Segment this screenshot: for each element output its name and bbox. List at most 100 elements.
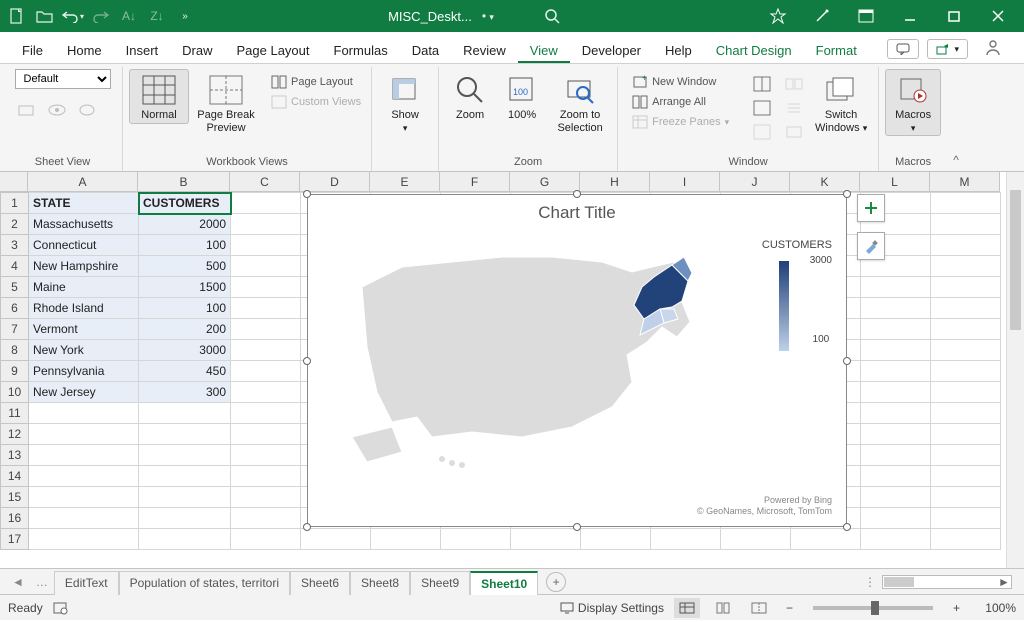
zoom-slider[interactable] bbox=[813, 606, 933, 610]
col-header-K[interactable]: K bbox=[790, 172, 860, 191]
cell[interactable]: 450 bbox=[139, 361, 231, 382]
cell[interactable]: 100 bbox=[139, 298, 231, 319]
row-header[interactable]: 15 bbox=[1, 487, 29, 508]
cell[interactable] bbox=[231, 256, 301, 277]
resize-handle[interactable] bbox=[843, 190, 851, 198]
cell[interactable] bbox=[931, 340, 1001, 361]
tab-formulas[interactable]: Formulas bbox=[322, 37, 400, 63]
cell[interactable] bbox=[231, 298, 301, 319]
row-header[interactable]: 17 bbox=[1, 529, 29, 550]
cell[interactable] bbox=[29, 529, 139, 550]
cell[interactable] bbox=[931, 214, 1001, 235]
cell[interactable] bbox=[231, 340, 301, 361]
cell[interactable]: New Jersey bbox=[29, 382, 139, 403]
cell[interactable] bbox=[231, 361, 301, 382]
col-header-H[interactable]: H bbox=[580, 172, 650, 191]
tab-scroll-left-icon[interactable]: ◄ bbox=[6, 575, 30, 589]
page-break-button[interactable]: Page Break Preview bbox=[193, 69, 259, 136]
new-sheet-button[interactable]: + bbox=[546, 572, 566, 592]
col-header-J[interactable]: J bbox=[720, 172, 790, 191]
cell[interactable] bbox=[511, 529, 581, 550]
resize-handle[interactable] bbox=[303, 357, 311, 365]
cell[interactable] bbox=[139, 424, 231, 445]
cell[interactable] bbox=[301, 529, 371, 550]
account-icon[interactable] bbox=[976, 35, 1010, 59]
switch-windows-button[interactable]: Switch Windows ▾ bbox=[810, 69, 872, 136]
cell[interactable] bbox=[231, 214, 301, 235]
cell[interactable] bbox=[931, 319, 1001, 340]
cell[interactable]: New York bbox=[29, 340, 139, 361]
cell[interactable] bbox=[29, 466, 139, 487]
col-header-A[interactable]: A bbox=[28, 172, 138, 191]
cell[interactable] bbox=[931, 256, 1001, 277]
cell[interactable] bbox=[861, 466, 931, 487]
cell[interactable] bbox=[231, 277, 301, 298]
row-header[interactable]: 8 bbox=[1, 340, 29, 361]
row-header[interactable]: 2 bbox=[1, 214, 29, 235]
cell[interactable]: 100 bbox=[139, 235, 231, 256]
cell[interactable] bbox=[931, 382, 1001, 403]
share-button[interactable]: ▾ bbox=[927, 39, 968, 59]
cell[interactable] bbox=[651, 529, 721, 550]
row-header[interactable]: 7 bbox=[1, 319, 29, 340]
cell[interactable] bbox=[861, 319, 931, 340]
tab-view[interactable]: View bbox=[518, 37, 570, 63]
cell[interactable] bbox=[29, 424, 139, 445]
tab-home[interactable]: Home bbox=[55, 37, 114, 63]
cell[interactable] bbox=[231, 193, 301, 214]
row-header[interactable]: 13 bbox=[1, 445, 29, 466]
vertical-scrollbar[interactable] bbox=[1006, 172, 1024, 568]
cell[interactable]: 3000 bbox=[139, 340, 231, 361]
row-header[interactable]: 5 bbox=[1, 277, 29, 298]
cell[interactable]: 500 bbox=[139, 256, 231, 277]
row-header[interactable]: 6 bbox=[1, 298, 29, 319]
split-icon[interactable] bbox=[750, 73, 774, 95]
chart-elements-button[interactable] bbox=[857, 194, 885, 222]
cell[interactable]: 2000 bbox=[139, 214, 231, 235]
scroll-thumb[interactable] bbox=[884, 577, 914, 587]
cell[interactable]: Connecticut bbox=[29, 235, 139, 256]
row-header[interactable]: 3 bbox=[1, 235, 29, 256]
cell[interactable] bbox=[231, 424, 301, 445]
cell[interactable] bbox=[931, 466, 1001, 487]
sheet-tab-sheet8[interactable]: Sheet8 bbox=[350, 571, 410, 595]
zoom-100-button[interactable]: 100 100% bbox=[499, 69, 545, 124]
macro-record-icon[interactable] bbox=[53, 601, 69, 615]
cell[interactable]: 200 bbox=[139, 319, 231, 340]
tab-draw[interactable]: Draw bbox=[170, 37, 224, 63]
sort-desc-icon[interactable]: Z↓ bbox=[146, 5, 168, 27]
col-header-B[interactable]: B bbox=[138, 172, 230, 191]
keep-view-icon[interactable] bbox=[15, 99, 39, 121]
cell[interactable] bbox=[139, 403, 231, 424]
arrange-all-button[interactable]: Arrange All bbox=[628, 93, 742, 111]
undo-icon[interactable]: ▾ bbox=[62, 5, 84, 27]
cell[interactable] bbox=[29, 508, 139, 529]
new-file-icon[interactable] bbox=[6, 5, 28, 27]
cell[interactable] bbox=[861, 529, 931, 550]
comments-button[interactable] bbox=[887, 39, 919, 59]
col-header-D[interactable]: D bbox=[300, 172, 370, 191]
tab-overflow-icon[interactable]: … bbox=[30, 575, 54, 589]
select-all-corner[interactable] bbox=[0, 172, 28, 192]
cell[interactable] bbox=[861, 382, 931, 403]
sheet-tab-sheet6[interactable]: Sheet6 bbox=[290, 571, 350, 595]
tab-file[interactable]: File bbox=[10, 37, 55, 63]
zoom-in-button[interactable]: + bbox=[949, 601, 964, 615]
cell[interactable] bbox=[441, 529, 511, 550]
cell[interactable] bbox=[861, 361, 931, 382]
col-header-L[interactable]: L bbox=[860, 172, 930, 191]
zoom-button[interactable]: Zoom bbox=[445, 69, 495, 124]
scroll-right-icon[interactable]: ► bbox=[997, 576, 1011, 588]
save-state[interactable]: • ▾ bbox=[482, 9, 494, 23]
tab-help[interactable]: Help bbox=[653, 37, 704, 63]
col-header-C[interactable]: C bbox=[230, 172, 300, 191]
reset-position-icon[interactable] bbox=[782, 121, 806, 143]
cell[interactable] bbox=[861, 487, 931, 508]
cell[interactable] bbox=[861, 445, 931, 466]
row-header[interactable]: 9 bbox=[1, 361, 29, 382]
sheet-tab-edittext[interactable]: EditText bbox=[54, 571, 119, 595]
row-header[interactable]: 14 bbox=[1, 466, 29, 487]
cell[interactable] bbox=[29, 445, 139, 466]
row-header[interactable]: 4 bbox=[1, 256, 29, 277]
horizontal-scrollbar[interactable]: ◄ ► bbox=[882, 575, 1012, 589]
